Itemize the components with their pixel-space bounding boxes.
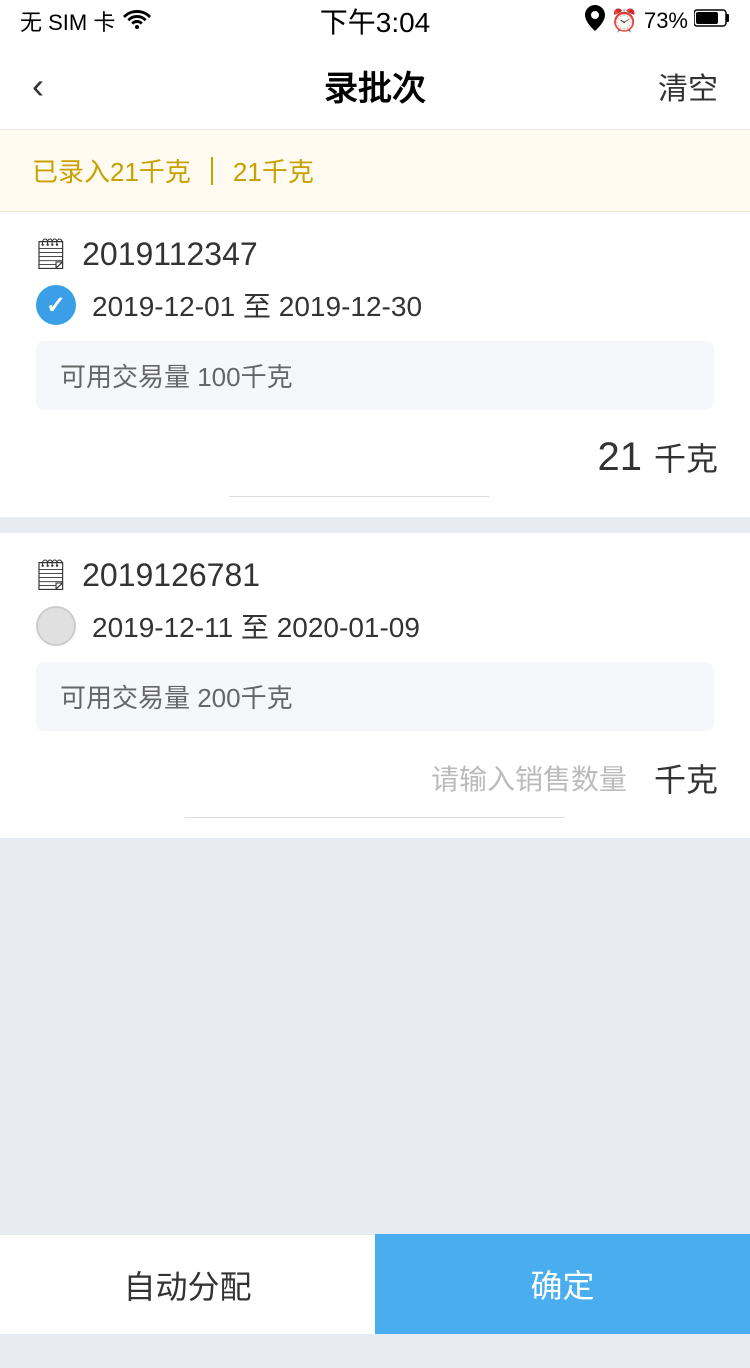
batch-1-section: 🗒 2019112347 ✓ 2019-12-01 至 2019-12-30 可… [0,212,750,517]
page-title: 录批次 [324,61,426,110]
status-right: ⏰ 73% [585,5,730,37]
batch-1-underline-wrapper [0,496,750,517]
status-bar: 无 SIM 卡 下午3:04 ⏰ 73% [0,0,750,42]
batch-1-date: 2019-12-01 至 2019-12-30 [92,285,422,325]
batch-1-header: 🗒 2019112347 [32,236,718,273]
battery-icon [694,8,730,34]
batch-1-unit: 千克 [654,434,718,480]
batch-2-header: 🗒 2019126781 [32,557,718,594]
batch-2-available: 可用交易量 200千克 [60,683,293,713]
section-divider-1 [0,517,750,533]
batch-1-quantity: 21 [597,435,642,480]
bottom-bar: 自动分配 确定 [0,1234,750,1334]
nav-bar: ‹ 录批次 清空 [0,42,750,130]
carrier-text: 无 SIM 卡 [20,5,115,37]
auto-distribute-button[interactable]: 自动分配 [0,1234,375,1334]
batch-2-unit: 千克 [654,755,718,801]
batch-2-radio[interactable] [36,606,76,646]
batch-2-available-box: 可用交易量 200千克 [36,662,714,731]
info-value: 21千克 [233,152,314,189]
battery-text: 73% [644,8,688,34]
batch-2-section: 🗒 2019126781 2019-12-11 至 2020-01-09 可用交… [0,533,750,838]
info-banner: 已录入21千克 21千克 [0,130,750,212]
batch-2-divider [185,817,565,818]
alarm-icon: ⏰ [611,8,638,34]
batch-1-available-box: 可用交易量 100千克 [36,341,714,410]
batch-1-radio[interactable]: ✓ [36,285,76,325]
batch-2-input-row[interactable]: 千克 [0,731,750,817]
batch-1-id: 2019112347 [82,236,258,273]
batch-1-available: 可用交易量 100千克 [60,362,293,392]
batch-1-divider [229,496,489,497]
batch-2-date-row[interactable]: 2019-12-11 至 2020-01-09 [32,606,718,646]
batch-1-icon: 🗒 [32,237,70,272]
status-time: 下午3:04 [320,1,431,41]
info-divider [211,157,213,185]
batch-2-date: 2019-12-11 至 2020-01-09 [92,606,420,646]
confirm-button[interactable]: 确定 [375,1234,750,1334]
wifi-icon [123,7,151,35]
batch-2-icon: 🗒 [32,558,70,593]
clear-button[interactable]: 清空 [658,64,718,108]
batch-1-quantity-row: 21 千克 [0,410,750,496]
status-left: 无 SIM 卡 [20,5,151,37]
quantity-input[interactable] [32,760,642,797]
batch-2-id: 2019126781 [82,557,260,594]
batch-1-item: 🗒 2019112347 ✓ 2019-12-01 至 2019-12-30 可… [0,212,750,410]
check-icon: ✓ [46,291,66,320]
batch-1-date-row[interactable]: ✓ 2019-12-01 至 2019-12-30 [32,285,718,325]
location-icon [585,5,605,37]
batch-2-item: 🗒 2019126781 2019-12-11 至 2020-01-09 可用交… [0,533,750,731]
back-button[interactable]: ‹ [32,65,92,107]
info-label: 已录入21千克 [32,152,191,189]
